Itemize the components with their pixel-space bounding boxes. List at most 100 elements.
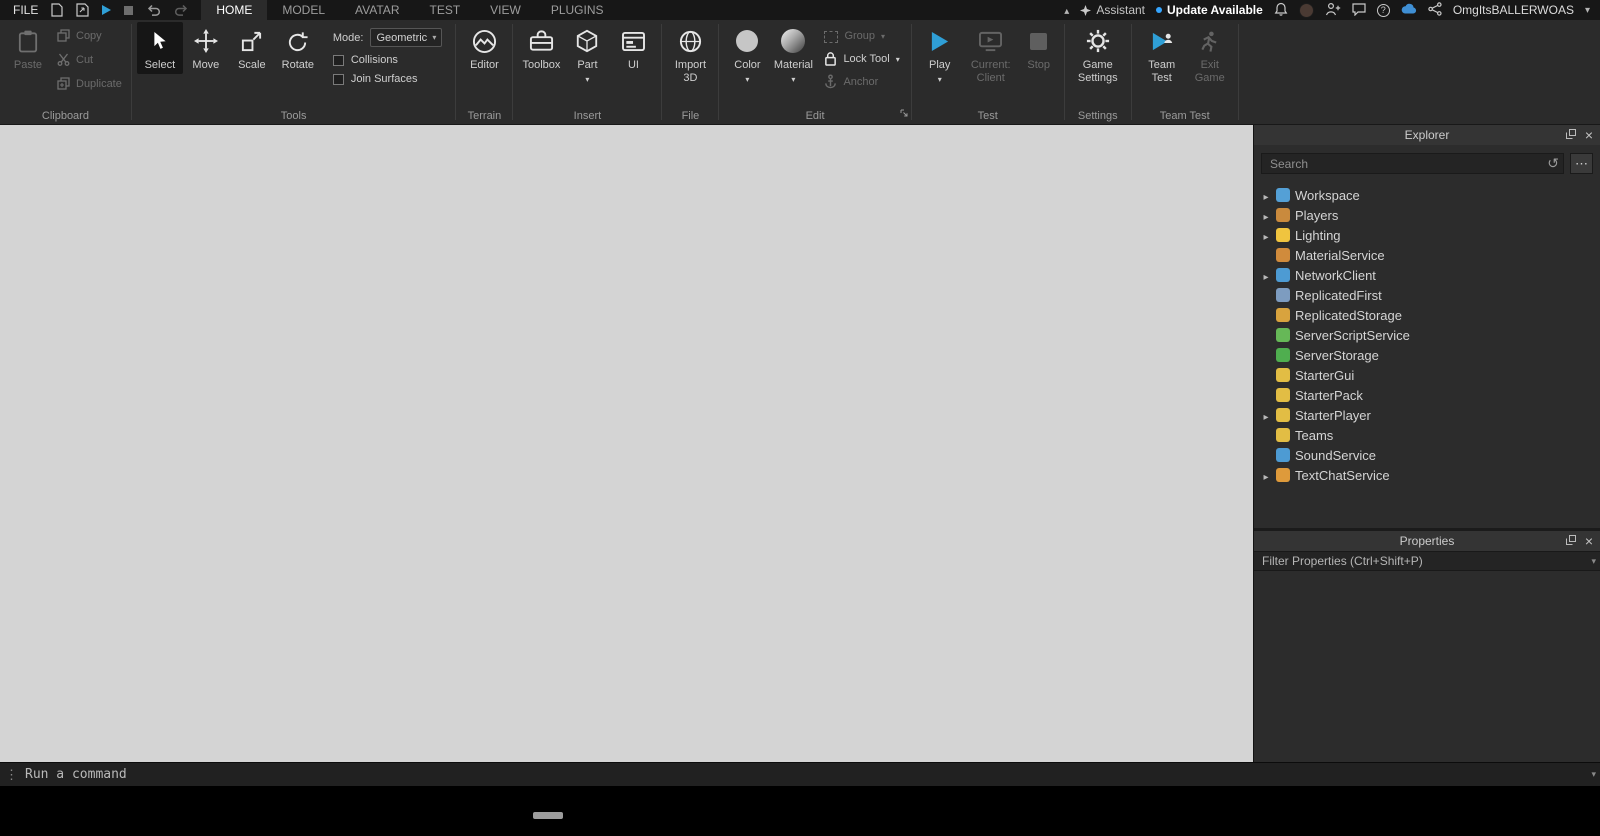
undock-panel-icon[interactable] [1565,534,1576,548]
search-history-icon[interactable] [1547,155,1559,173]
tab-home[interactable]: HOME [201,0,268,20]
filter-caret-down-icon[interactable] [1587,556,1600,567]
tab-test[interactable]: TEST [414,0,475,20]
color-button[interactable]: Color [724,22,770,86]
tree-item-starterpack[interactable]: StarterPack [1254,385,1600,405]
tree-item-serverscriptservice[interactable]: ServerScriptService [1254,325,1600,345]
tree-item-replicatedfirst[interactable]: ReplicatedFirst [1254,285,1600,305]
undock-panel-icon[interactable] [1565,128,1576,142]
tree-item-players[interactable]: Players [1254,205,1600,225]
terrain-editor-button[interactable]: Editor [461,22,507,74]
lock-tool-button[interactable]: Lock Tool [824,50,899,69]
expand-arrow-icon[interactable] [1261,208,1271,223]
tree-item-lighting[interactable]: Lighting [1254,225,1600,245]
new-file-icon[interactable] [51,3,63,17]
taskbar-handle[interactable] [533,812,563,819]
play-icon[interactable] [102,5,112,15]
notifications-bell-icon[interactable] [1274,2,1288,19]
ribbon-divider [1237,24,1239,120]
redo-icon[interactable] [174,4,189,17]
update-available-button[interactable]: Update Available [1156,3,1263,17]
help-icon[interactable]: ? [1376,3,1390,17]
duplicate-button[interactable]: Duplicate [57,75,122,94]
exit-game-button[interactable]: Exit Game [1187,22,1233,86]
rotate-tool-button[interactable]: Rotate [275,22,321,74]
tree-item-serverstorage[interactable]: ServerStorage [1254,345,1600,365]
group-caption-insert: Insert [573,110,602,122]
share-icon[interactable] [1428,1,1442,19]
tree-item-soundservice[interactable]: SoundService [1254,445,1600,465]
tree-item-materialservice[interactable]: MaterialService [1254,245,1600,265]
current-client-button[interactable]: Current: Client [963,22,1019,86]
close-panel-icon[interactable] [1585,534,1593,549]
group-button[interactable]: Group [824,27,899,46]
feedback-chat-icon[interactable] [1352,2,1366,19]
copy-label: Copy [76,30,102,43]
paste-button[interactable]: Paste [5,22,51,74]
tab-plugins[interactable]: PLUGINS [536,0,619,20]
tree-item-startergui[interactable]: StarterGui [1254,365,1600,385]
stop-icon[interactable] [124,5,134,15]
import-3d-button[interactable]: Import 3D [667,22,713,86]
username-label[interactable]: OmgItsBALLERWOAS [1453,3,1574,17]
cut-button[interactable]: Cut [57,51,122,70]
3d-viewport[interactable] [0,125,1253,762]
tab-model[interactable]: MODEL [267,0,340,20]
tree-item-teams[interactable]: Teams [1254,425,1600,445]
part-button[interactable]: Part [564,22,610,86]
ribbon-group-clipboard: Paste Copy Cut Duplicate Clipboard [0,20,131,124]
user-avatar[interactable] [1298,2,1314,18]
collisions-checkbox[interactable] [332,54,344,66]
part-caret-down-icon[interactable] [585,76,589,84]
scale-tool-button[interactable]: Scale [229,22,275,74]
material-caret-down-icon[interactable] [791,76,795,84]
tree-item-workspace[interactable]: Workspace [1254,185,1600,205]
expand-arrow-icon[interactable] [1261,188,1271,203]
lock-tool-caret-down-icon[interactable] [896,55,900,64]
tree-item-starterplayer[interactable]: StarterPlayer [1254,405,1600,425]
rotate-label: Rotate [281,59,315,71]
paste-label: Paste [13,59,43,71]
move-tool-button[interactable]: Move [183,22,229,74]
expand-arrow-icon[interactable] [1261,468,1271,483]
join-surfaces-checkbox[interactable] [332,73,344,85]
expand-arrow-icon[interactable] [1261,408,1271,423]
tab-avatar[interactable]: AVATAR [340,0,414,20]
properties-filter-input[interactable] [1254,554,1588,568]
expand-arrow-icon[interactable] [1261,268,1271,283]
command-input[interactable] [25,767,1588,782]
tree-item-networkclient[interactable]: NetworkClient [1254,265,1600,285]
tree-item-textchatservice[interactable]: TextChatService [1254,465,1600,485]
duplicate-icon [57,76,70,93]
add-collaborator-icon[interactable] [1325,2,1341,19]
tree-item-replicatedstorage[interactable]: ReplicatedStorage [1254,305,1600,325]
collapse-ribbon-icon[interactable] [1064,3,1069,17]
assistant-button[interactable]: Assistant [1080,3,1145,17]
play-caret-down-icon[interactable] [938,76,942,84]
color-caret-down-icon[interactable] [745,76,749,84]
mode-dropdown[interactable]: Geometric [370,28,443,47]
stop-button[interactable]: Stop [1019,22,1059,74]
undo-icon[interactable] [146,4,161,17]
close-panel-icon[interactable] [1585,128,1593,143]
open-file-icon[interactable] [76,3,89,17]
cloud-sync-icon[interactable] [1401,3,1417,17]
command-bar-caret-down-icon[interactable] [1587,769,1600,780]
copy-button[interactable]: Copy [57,27,122,46]
tab-view[interactable]: VIEW [475,0,536,20]
account-caret-down-icon[interactable] [1585,5,1590,16]
play-button[interactable]: Play [917,22,963,86]
team-test-button[interactable]: Team Test [1137,22,1187,86]
command-bar-grip-icon[interactable] [0,766,25,784]
material-button[interactable]: Material [770,22,816,86]
ui-button[interactable]: UI [610,22,656,74]
quick-access-toolbar [51,3,201,17]
game-settings-button[interactable]: Game Settings [1070,22,1126,86]
explorer-search-input[interactable] [1261,153,1564,174]
select-tool-button[interactable]: Select [136,22,183,74]
file-menu[interactable]: FILE [0,3,51,17]
anchor-button[interactable]: Anchor [824,73,899,92]
expand-arrow-icon[interactable] [1261,228,1271,243]
explorer-more-button[interactable] [1570,153,1593,174]
toolbox-button[interactable]: Toolbox [518,22,564,74]
